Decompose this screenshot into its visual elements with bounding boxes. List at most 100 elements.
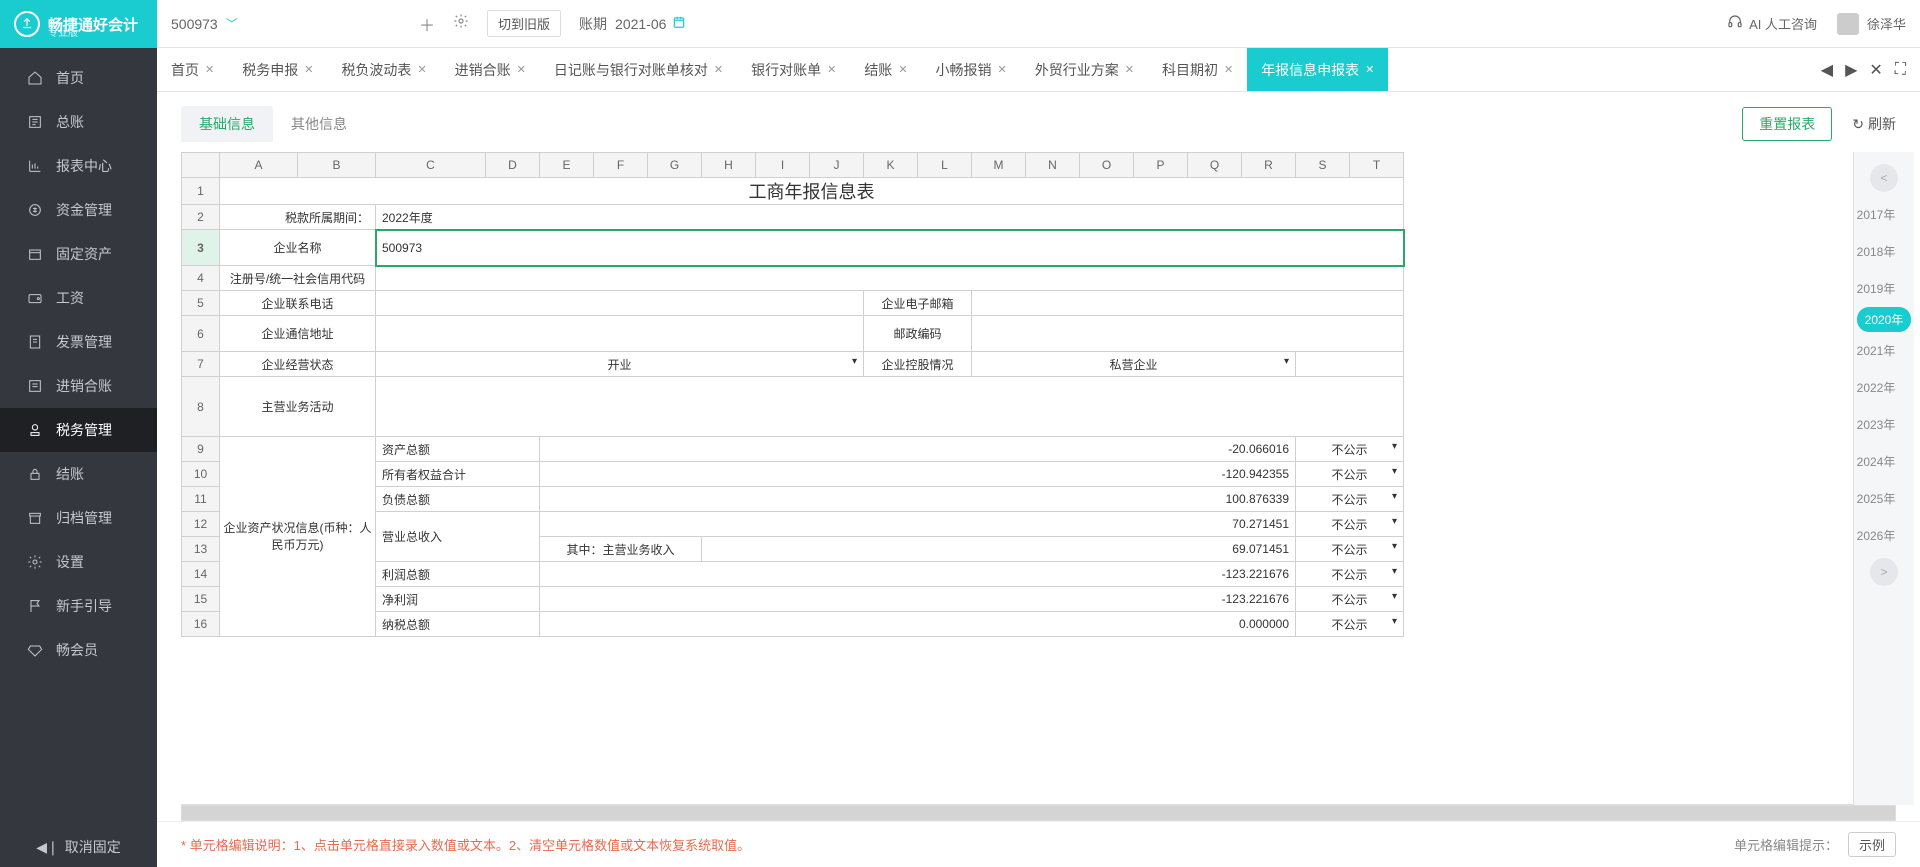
cell-value[interactable] [376, 316, 864, 352]
cell-value[interactable]: -120.942355 [540, 462, 1296, 487]
row-header[interactable]: 12 [182, 512, 220, 537]
cell-label[interactable]: 注册号/统一社会信用代码 [220, 266, 376, 291]
cell-dropdown[interactable]: 不公示 [1296, 487, 1404, 512]
cell-value[interactable] [376, 377, 1404, 437]
corner-cell[interactable] [182, 153, 220, 178]
tab-close-all-icon[interactable]: ✕ [1863, 60, 1888, 80]
close-icon[interactable]: ✕ [205, 63, 214, 76]
cell-dropdown[interactable]: 不公示 [1296, 587, 1404, 612]
row-header[interactable]: 15 [182, 587, 220, 612]
nav-guide[interactable]: 新手引导 [0, 584, 157, 628]
unpin-button[interactable]: ◀❘ 取消固定 [0, 827, 157, 867]
row-header[interactable]: 11 [182, 487, 220, 512]
cell-value[interactable] [376, 266, 1404, 291]
nav-report[interactable]: 报表中心 [0, 144, 157, 188]
row-header[interactable]: 14 [182, 562, 220, 587]
settings-icon[interactable] [453, 13, 469, 34]
cell-label[interactable]: 企业通信地址 [220, 316, 376, 352]
close-icon[interactable]: ✕ [1125, 63, 1134, 76]
year-item[interactable]: 2025年 [1857, 480, 1912, 517]
close-icon[interactable]: ✕ [1365, 63, 1374, 76]
horizontal-scrollbar[interactable] [181, 805, 1896, 821]
cell-value[interactable]: 2022年度 [376, 205, 1404, 230]
cell-dropdown[interactable]: 不公示 [1296, 512, 1404, 537]
year-prev-icon[interactable]: < [1870, 164, 1898, 192]
year-item[interactable]: 2024年 [1857, 443, 1912, 480]
year-item[interactable]: 2021年 [1857, 332, 1912, 369]
column-header[interactable]: H [702, 153, 756, 178]
cell-dropdown[interactable]: 不公示 [1296, 612, 1404, 637]
cell-dropdown[interactable]: 开业 [376, 352, 864, 377]
nav-settings[interactable]: 设置 [0, 540, 157, 584]
tab-next-icon[interactable]: ▶ [1839, 60, 1863, 80]
year-item[interactable]: 2020年 [1857, 307, 1912, 332]
nav-home[interactable]: 首页 [0, 56, 157, 100]
row-header[interactable]: 2 [182, 205, 220, 230]
sheet[interactable]: ABCDEFGHIJKLMNOPQRST 1 工商年报信息表 2 税款所属期间：… [181, 152, 1854, 805]
nav-ledger[interactable]: 总账 [0, 100, 157, 144]
column-header[interactable]: Q [1188, 153, 1242, 178]
sub-tab-other[interactable]: 其他信息 [273, 106, 365, 142]
year-item[interactable]: 2019年 [1857, 270, 1912, 307]
cell-value[interactable]: -20.066016 [540, 437, 1296, 462]
tab[interactable]: 小畅报销✕ [922, 48, 1021, 91]
cell-item[interactable]: 负债总额 [376, 487, 540, 512]
tab[interactable]: 银行对账单✕ [737, 48, 850, 91]
cell-item[interactable]: 净利润 [376, 587, 540, 612]
cell-item[interactable]: 资产总额 [376, 437, 540, 462]
column-header[interactable]: S [1296, 153, 1350, 178]
cell-item[interactable]: 纳税总额 [376, 612, 540, 637]
close-icon[interactable]: ✕ [417, 63, 426, 76]
cell-label[interactable]: 税款所属期间： [220, 205, 376, 230]
tab[interactable]: 进销合账✕ [441, 48, 540, 91]
column-header[interactable]: E [540, 153, 594, 178]
cell-value[interactable] [376, 291, 864, 316]
column-header[interactable]: A [220, 153, 298, 178]
regenerate-button[interactable]: 重置报表 [1742, 107, 1832, 141]
row-header[interactable]: 6 [182, 316, 220, 352]
year-item[interactable]: 2022年 [1857, 369, 1912, 406]
nav-tax[interactable]: 税务管理 [0, 408, 157, 452]
year-item[interactable]: 2018年 [1857, 233, 1912, 270]
tab-prev-icon[interactable]: ◀ [1815, 60, 1839, 80]
row-header[interactable]: 5 [182, 291, 220, 316]
column-header[interactable]: L [918, 153, 972, 178]
cell-dropdown[interactable]: 不公示 [1296, 462, 1404, 487]
cell-label[interactable]: 企业资产状况信息(币种：人民币万元) [220, 437, 376, 637]
plus-icon[interactable]: ＋ [419, 12, 435, 36]
cell-value[interactable]: -123.221676 [540, 562, 1296, 587]
column-header[interactable]: J [810, 153, 864, 178]
nav-archive[interactable]: 归档管理 [0, 496, 157, 540]
cell-label[interactable]: 企业控股情况 [864, 352, 972, 377]
tab[interactable]: 年报信息申报表✕ [1247, 48, 1388, 91]
cell-dropdown[interactable]: 私营企业 [972, 352, 1296, 377]
column-header[interactable]: R [1242, 153, 1296, 178]
cell-value[interactable]: 69.071451 [702, 537, 1296, 562]
row-header[interactable]: 1 [182, 178, 220, 205]
ai-consult-button[interactable]: AI 人工咨询 [1727, 14, 1817, 33]
cell-value[interactable]: 0.000000 [540, 612, 1296, 637]
nav-invoice[interactable]: 发票管理 [0, 320, 157, 364]
period-value[interactable]: 2021-06 [615, 16, 666, 32]
year-item[interactable]: 2023年 [1857, 406, 1912, 443]
cell-label[interactable]: 主营业务活动 [220, 377, 376, 437]
column-header[interactable]: M [972, 153, 1026, 178]
column-header[interactable]: I [756, 153, 810, 178]
tab[interactable]: 税务申报✕ [228, 48, 327, 91]
cell-value[interactable]: 70.271451 [540, 512, 1296, 537]
close-icon[interactable]: ✕ [898, 63, 907, 76]
cell-value[interactable] [1296, 352, 1404, 377]
column-header[interactable]: T [1350, 153, 1404, 178]
close-icon[interactable]: ✕ [714, 63, 723, 76]
nav-vip[interactable]: 畅会员 [0, 628, 157, 672]
row-header[interactable]: 9 [182, 437, 220, 462]
cell-value[interactable]: 100.876339 [540, 487, 1296, 512]
tab-fullscreen-icon[interactable]: ⛶ [1889, 61, 1912, 79]
column-header[interactable]: D [486, 153, 540, 178]
refresh-button[interactable]: ↻ 刷新 [1852, 114, 1896, 134]
cell-dropdown[interactable]: 不公示 [1296, 562, 1404, 587]
column-header[interactable]: G [648, 153, 702, 178]
row-header[interactable]: 10 [182, 462, 220, 487]
cell-item[interactable]: 营业总收入 [376, 512, 540, 562]
nav-close[interactable]: 结账 [0, 452, 157, 496]
